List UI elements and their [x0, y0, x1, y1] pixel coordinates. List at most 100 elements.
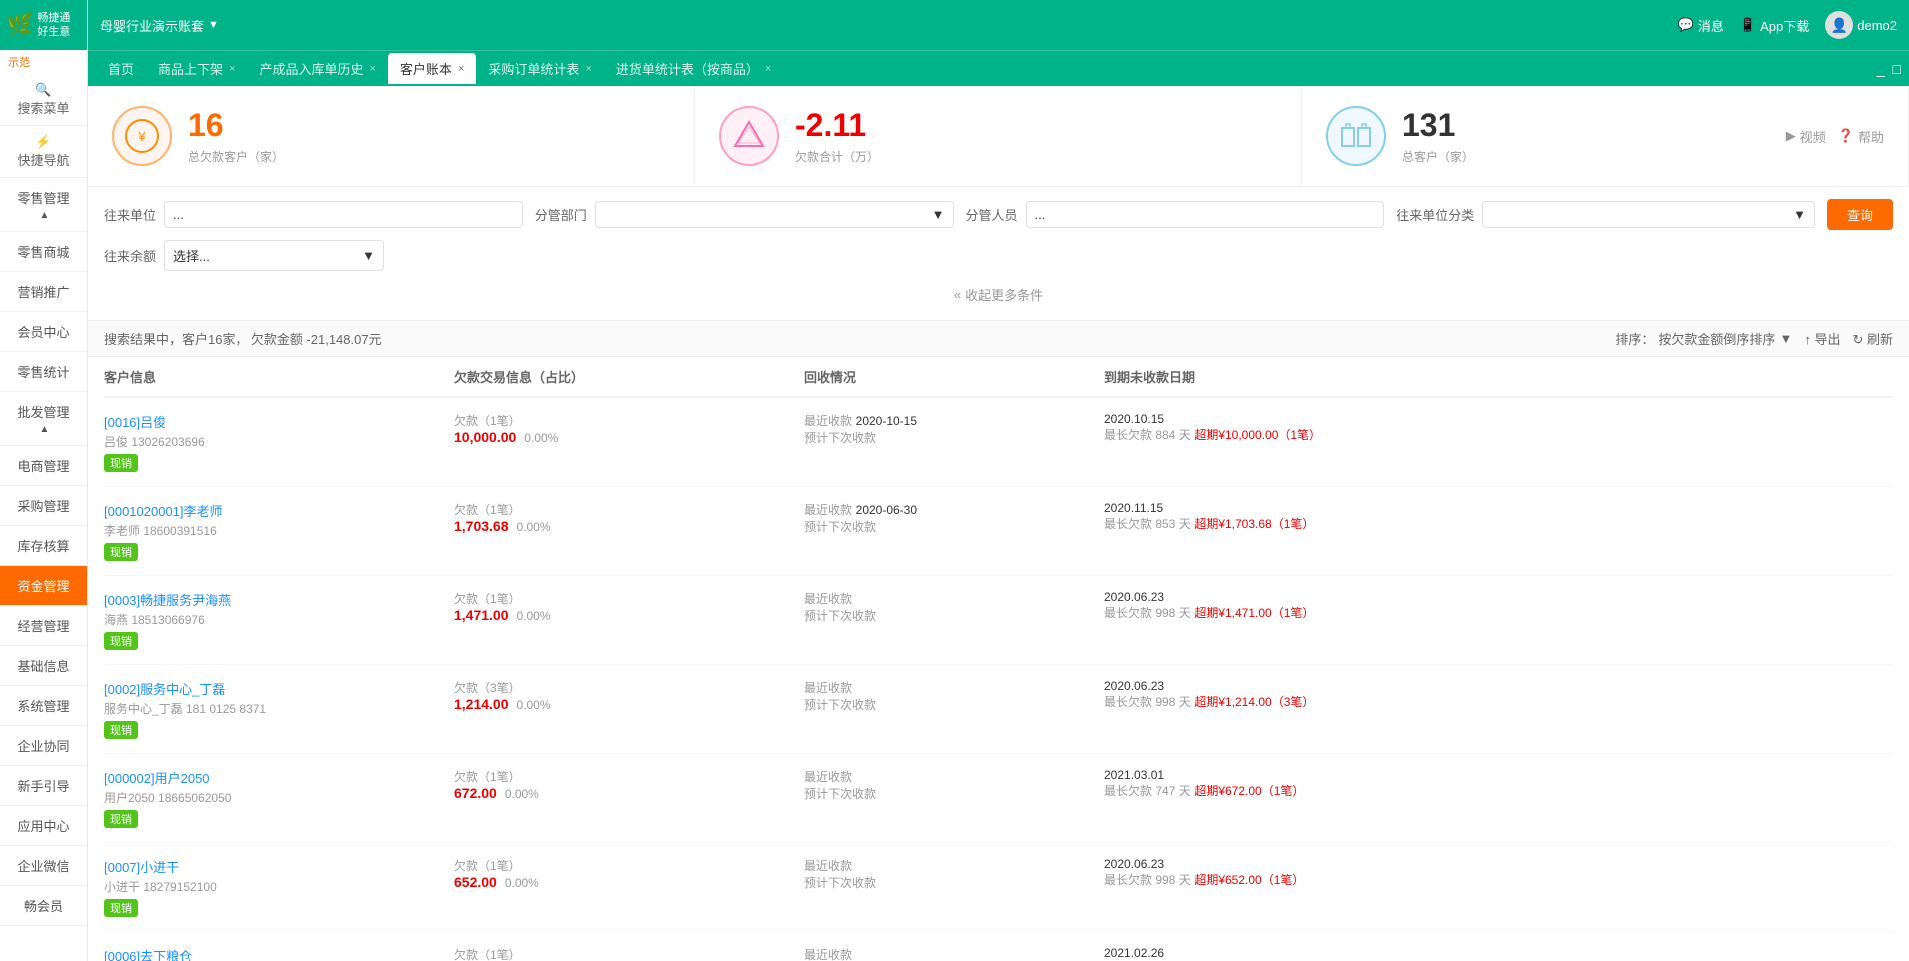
sidebar-item-guide[interactable]: 新手引导	[0, 766, 87, 806]
sidebar-item-search[interactable]: 🔍 搜索菜单	[0, 74, 87, 126]
sidebar-item-collab[interactable]: 企业协同	[0, 726, 87, 766]
tab-home[interactable]: 首页	[96, 53, 146, 84]
customer-name-0[interactable]: [0016]吕俊	[104, 415, 166, 430]
sidebar-item-wechat[interactable]: 企业微信	[0, 846, 87, 886]
sidebar-item-basic-info[interactable]: 基础信息	[0, 646, 87, 686]
customer-name-1[interactable]: [0001020001]李老师	[104, 504, 223, 519]
stat-info-debt: -2.11 欠款合计（万）	[795, 107, 879, 165]
person-label: 分管人员	[966, 205, 1018, 224]
sidebar-item-finance[interactable]: 资金管理	[0, 566, 87, 606]
tab-incoming-stats[interactable]: 进货单统计表（按商品） ×	[604, 53, 783, 84]
tab-bar: 首页 商品上下架 × 产成品入库单历史 × 客户账本 × 采购订单统计表 × 进…	[88, 50, 1909, 86]
table-row: [0007]小进干 小进干 18279152100 现销 欠款（1笔） 652.…	[104, 843, 1893, 932]
person-dots: ...	[1035, 207, 1046, 222]
recovery-3: 最近收款 预计下次收款	[804, 679, 1104, 713]
query-button[interactable]: 查询	[1827, 199, 1893, 230]
video-icon: ▶	[1786, 128, 1796, 144]
recovery-5: 最近收款 预计下次收款	[804, 857, 1104, 891]
main-area: 母婴行业演示账套 ▼ 💬 消息 📱 App下载 👤 demo2 首页 商品上下架…	[88, 0, 1909, 961]
help-btn[interactable]: ❓ 帮助	[1838, 127, 1884, 146]
sidebar-item-retail-mgmt[interactable]: 零售管理 ▲	[0, 178, 87, 232]
dept-label: 分管部门	[535, 205, 587, 224]
source-unit-dots: ...	[173, 207, 184, 222]
close-icon[interactable]: ×	[585, 63, 591, 75]
topbar: 母婴行业演示账套 ▼ 💬 消息 📱 App下载 👤 demo2	[88, 0, 1909, 50]
debt-info-1: 欠款（1笔） 1,703.680.00%	[454, 501, 804, 534]
customer-name-6[interactable]: [0006]去下粮仓	[104, 949, 192, 961]
video-btn[interactable]: ▶ 视频	[1786, 127, 1826, 146]
sidebar-item-member2[interactable]: 畅会员	[0, 886, 87, 926]
message-btn[interactable]: 💬 消息	[1678, 16, 1724, 35]
tab-controls: _ □	[1877, 61, 1901, 77]
recovery-2: 最近收款 预计下次收款	[804, 590, 1104, 624]
debt-info-3: 欠款（3笔） 1,214.000.00%	[454, 679, 804, 712]
debt-info-0: 欠款（1笔） 10,000.000.00%	[454, 412, 804, 445]
export-btn[interactable]: ↑ 导出	[1804, 329, 1840, 348]
debt-info-5: 欠款（1笔） 652.000.00%	[454, 857, 804, 890]
stat-info-total: 131 总客户（家）	[1402, 107, 1474, 165]
filter-unit-class: 往来单位分类 ▼	[1396, 201, 1815, 228]
maximize-btn[interactable]: □	[1893, 61, 1901, 77]
table-row: [000002]用户2050 用户2050 18665062050 现销 欠款（…	[104, 754, 1893, 843]
filter-balance: 往来余额 选择... ▼	[104, 240, 384, 271]
sidebar-item-system[interactable]: 系统管理	[0, 686, 87, 726]
stat-label-debtors: 总欠款客户（家）	[188, 148, 284, 165]
close-icon[interactable]: ×	[229, 63, 235, 75]
sidebar-item-retail-stats[interactable]: 零售统计	[0, 352, 87, 392]
sidebar-item-quicknav[interactable]: ⚡ 快捷导航	[0, 126, 87, 178]
sidebar-item-wholesale[interactable]: 批发管理 ▲	[0, 392, 87, 446]
stat-card-debtors: ¥ 16 总欠款客户（家）	[88, 86, 695, 186]
customer-info-5: [0007]小进干 小进干 18279152100 现销	[104, 857, 454, 917]
table-row: [0016]吕俊 吕俊 13026203696 现销 欠款（1笔） 10,000…	[104, 398, 1893, 487]
source-unit-input[interactable]: ...	[164, 201, 523, 228]
tab-customer-ledger[interactable]: 客户账本 ×	[388, 53, 476, 84]
customer-name-3[interactable]: [0002]服务中心_丁磊	[104, 682, 225, 697]
filter-row-1: 往来单位 ... 分管部门 ▼ 分管人员 ...	[104, 199, 1893, 230]
sort-arrow: ▼	[1779, 331, 1792, 346]
dept-select[interactable]: ▼	[595, 201, 954, 228]
sidebar-item-inventory[interactable]: 库存核算	[0, 526, 87, 566]
app-download-btn[interactable]: 📱 App下载	[1740, 16, 1809, 35]
customer-name-5[interactable]: [0007]小进干	[104, 860, 179, 875]
person-input[interactable]: ...	[1026, 201, 1385, 228]
customer-info-0: [0016]吕俊 吕俊 13026203696 现销	[104, 412, 454, 472]
customer-name-2[interactable]: [0003]畅捷服务尹海燕	[104, 593, 231, 608]
sort-select[interactable]: 排序： 按欠款金额倒序排序 ▼	[1615, 329, 1792, 348]
close-icon[interactable]: ×	[458, 63, 464, 75]
page-content: ¥ 16 总欠款客户（家） -2.11 欠款合计（万）	[88, 86, 1909, 961]
unit-class-select[interactable]: ▼	[1482, 201, 1815, 228]
sidebar-item-apps[interactable]: 应用中心	[0, 806, 87, 846]
recovery-1: 最近收款 2020-06-30 预计下次收款	[804, 501, 1104, 535]
customer-info-3: [0002]服务中心_丁磊 服务中心_丁磊 181 0125 8371 现销	[104, 679, 454, 739]
refresh-btn[interactable]: ↻ 刷新	[1852, 329, 1893, 348]
sidebar-item-purchase[interactable]: 采购管理	[0, 486, 87, 526]
filter-area: 往来单位 ... 分管部门 ▼ 分管人员 ...	[88, 187, 1909, 321]
sidebar-item-operations[interactable]: 经营管理	[0, 606, 87, 646]
balance-select[interactable]: 选择... ▼	[164, 240, 384, 271]
due-date-0: 2020.10.15 最长欠款 884 天 超期¥10,000.00（1笔）	[1104, 412, 1893, 443]
logo-area: 🌿 畅捷通好生意	[0, 0, 87, 50]
refresh-icon: ↻	[1852, 332, 1863, 347]
customer-info-2: [0003]畅捷服务尹海燕 海燕 18513066976 现销	[104, 590, 454, 650]
collapse-btn[interactable]: « 收起更多条件	[104, 281, 1893, 308]
chevron-icon-2: ▲	[40, 424, 50, 435]
filter-row-2: 往来余额 选择... ▼	[104, 240, 1893, 271]
tab-purchase-stats[interactable]: 采购订单统计表 ×	[476, 53, 603, 84]
user-avatar[interactable]: 👤 demo2	[1825, 11, 1897, 39]
stat-card-debt-total: -2.11 欠款合计（万）	[695, 86, 1302, 186]
close-icon[interactable]: ×	[369, 63, 375, 75]
tab-production-history[interactable]: 产成品入库单历史 ×	[247, 53, 387, 84]
minimize-btn[interactable]: _	[1877, 61, 1885, 77]
sidebar-item-member[interactable]: 会员中心	[0, 312, 87, 352]
customer-name-4[interactable]: [000002]用户2050	[104, 771, 210, 786]
due-date-5: 2020.06.23 最长欠款 998 天 超期¥652.00（1笔）	[1104, 857, 1893, 888]
col-header-debt: 欠款交易信息（占比）	[454, 367, 804, 386]
sidebar-item-ecommerce[interactable]: 电商管理	[0, 446, 87, 486]
tab-product-listing[interactable]: 商品上下架 ×	[146, 53, 247, 84]
sidebar-item-retail-mall[interactable]: 零售商城	[0, 232, 87, 272]
close-icon[interactable]: ×	[765, 63, 771, 75]
stat-value-debt: -2.11	[795, 107, 879, 144]
stat-icon-total	[1326, 106, 1386, 166]
sidebar-item-marketing[interactable]: 营销推广	[0, 272, 87, 312]
table-row: [0006]去下粮仓 陈小希 现销 欠款（1笔） 455.900.00% 最近收…	[104, 932, 1893, 961]
